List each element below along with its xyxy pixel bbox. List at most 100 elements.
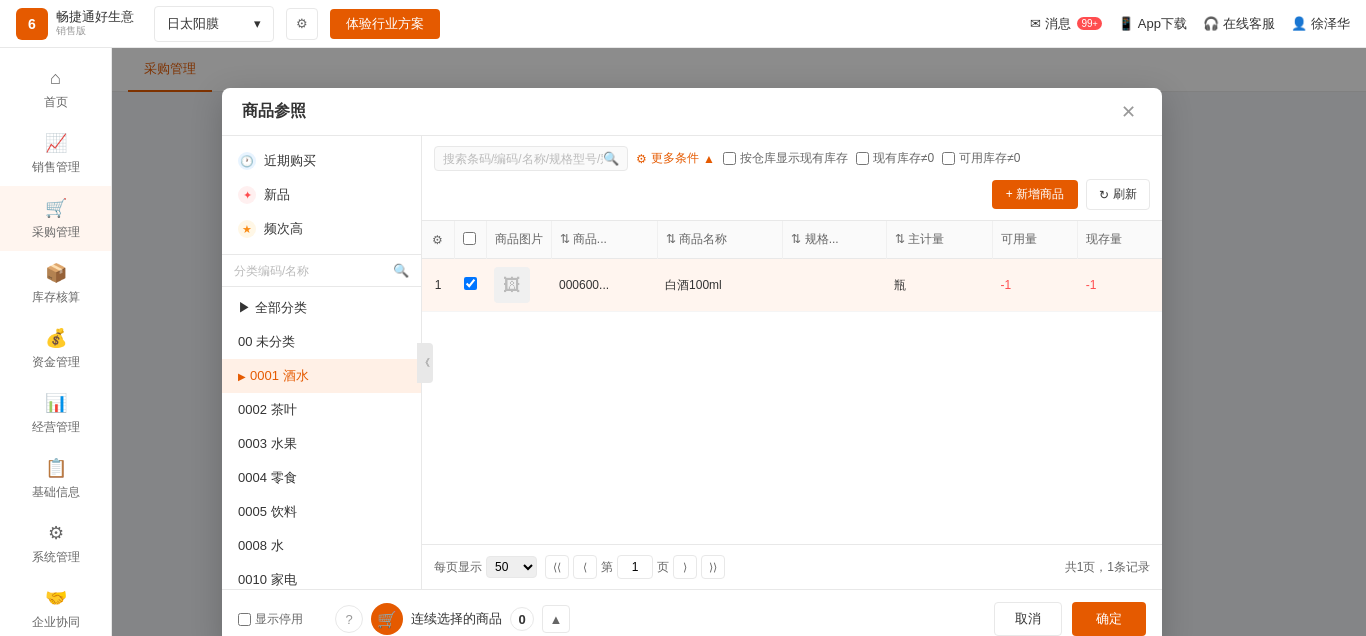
cancel-button[interactable]: 取消 [994,602,1062,636]
checkbox-warehouse-stock[interactable]: 按仓库显示现有库存 [723,150,848,167]
sort-icon: ⇅ [791,232,801,246]
first-page-button[interactable]: ⟨⟨ [545,555,569,579]
nav-dropdown[interactable]: 日太阳膜 ▾ [154,6,274,42]
refresh-button[interactable]: ↻ 刷新 [1086,179,1150,210]
checkbox-nonzero-stock[interactable]: 现有库存≠0 [856,150,934,167]
show-disabled-checkbox[interactable] [238,613,251,626]
available-stock-checkbox[interactable] [942,152,955,165]
category-search-icon[interactable]: 🔍 [393,263,409,278]
category-item-0002[interactable]: 0002 茶叶 [222,393,421,427]
select-all-checkbox[interactable] [463,232,476,245]
sidebar-item-inventory[interactable]: 📦 库存核算 [0,251,111,316]
sidebar-item-finance[interactable]: 💰 资金管理 [0,316,111,381]
sidebar-item-home[interactable]: ⌂ 首页 [0,56,111,121]
more-filters-button[interactable]: ⚙ 更多条件 ▲ [636,150,715,167]
online-service-button[interactable]: 🎧 在线客服 [1203,15,1275,33]
category-item-0003[interactable]: 0003 水果 [222,427,421,461]
th-product-image: 商品图片 [486,221,551,259]
modal-header: 商品参照 ✕ [222,88,1162,136]
quick-link-recent-label: 近期购买 [264,152,316,170]
category-item-0001[interactable]: ▶ 0001 酒水 [222,359,421,393]
help-icon[interactable]: ? [335,605,363,633]
nav-dropdown-label: 日太阳膜 [167,15,219,33]
sales-icon: 📈 [44,131,68,155]
username-label: 徐泽华 [1311,15,1350,33]
refresh-icon: ↻ [1099,188,1109,202]
quick-link-new[interactable]: ✦ 新品 [222,178,421,212]
row-checkbox[interactable] [464,277,477,290]
sidebar-item-business[interactable]: 📊 经营管理 [0,381,111,446]
collapse-cart-button[interactable]: ▲ [542,605,570,633]
td-row-num: 1 [422,259,454,312]
sidebar-label-purchase: 采购管理 [32,224,80,241]
th-unit[interactable]: ⇅ 主计量 [886,221,993,259]
category-item-0005[interactable]: 0005 饮料 [222,495,421,529]
modal-close-button[interactable]: ✕ [1114,98,1142,126]
sidebar-item-collab[interactable]: 🤝 企业协同 [0,576,111,636]
td-spec [783,259,886,312]
category-label: ▶ 全部分类 [238,299,307,317]
page-info: 共1页，1条记录 [1065,559,1150,576]
sidebar-item-system[interactable]: ⚙ 系统管理 [0,511,111,576]
last-page-button[interactable]: ⟩⟩ [701,555,725,579]
user-profile[interactable]: 👤 徐泽华 [1291,15,1350,33]
modal-body: 🕐 近期购买 ✦ 新品 ★ 频次高 [222,136,1162,589]
cart-section: ? 🛒 连续选择的商品 0 ▲ [335,603,570,635]
logo: 6 畅捷通好生意 销售版 [16,8,134,40]
page-number-input[interactable] [617,555,653,579]
page-size-select[interactable]: 50 100 200 [486,556,537,578]
th-product-code[interactable]: ⇅ 商品... [551,221,657,259]
category-item-00[interactable]: 00 未分类 [222,325,421,359]
quick-link-recent[interactable]: 🕐 近期购买 [222,144,421,178]
cart-icon[interactable]: 🛒 [371,603,403,635]
quick-link-frequent[interactable]: ★ 频次高 [222,212,421,246]
category-search-input[interactable] [234,264,393,278]
chevron-up-icon: ▲ [703,152,715,166]
warehouse-stock-checkbox[interactable] [723,152,736,165]
td-unit: 瓶 [886,259,993,312]
next-page-button[interactable]: ⟩ [673,555,697,579]
inventory-icon: 📦 [44,261,68,285]
collapse-panel-button[interactable]: 《 [417,343,433,383]
category-item-all[interactable]: ▶ 全部分类 [222,291,421,325]
trial-button[interactable]: 体验行业方案 [330,9,440,39]
th-select-all[interactable] [454,221,486,259]
add-product-button[interactable]: + 新增商品 [992,180,1078,209]
available-stock-label: 可用库存≠0 [959,150,1020,167]
checkbox-available-stock[interactable]: 可用库存≠0 [942,150,1020,167]
th-available[interactable]: 可用量 [993,221,1078,259]
td-available: -1 [993,259,1078,312]
category-item-0008[interactable]: 0008 水 [222,529,421,563]
category-label: 0004 零食 [238,469,297,487]
category-label: 0003 水果 [238,435,297,453]
table-row[interactable]: 1 🖼 000600... 白酒100ml 瓶 -1 [422,259,1162,312]
td-checkbox[interactable] [454,259,486,312]
prev-page-button[interactable]: ⟨ [573,555,597,579]
th-product-name[interactable]: ⇅ 商品名称 [657,221,783,259]
category-item-0010[interactable]: 0010 家电 [222,563,421,589]
product-reference-modal: 商品参照 ✕ 🕐 近期购买 ✦ 新品 [222,88,1162,636]
category-item-0004[interactable]: 0004 零食 [222,461,421,495]
settings-icon[interactable]: ⚙ [286,8,318,40]
th-settings[interactable]: ⚙ [422,221,454,259]
search-icon[interactable]: 🔍 [603,151,619,166]
th-stock[interactable]: 现存量 [1078,221,1162,259]
td-product-name: 白酒100ml [657,259,783,312]
page-size-selector: 每页显示 50 100 200 [434,556,537,578]
messages-button[interactable]: ✉ 消息 99+ [1030,15,1101,33]
sidebar-item-purchase[interactable]: 🛒 采购管理 [0,186,111,251]
show-disabled-checkbox-label[interactable]: 显示停用 [238,611,303,628]
nonzero-stock-checkbox[interactable] [856,152,869,165]
sidebar-item-sales[interactable]: 📈 销售管理 [0,121,111,186]
sort-icon: ⇅ [560,232,570,246]
confirm-button[interactable]: 确定 [1072,602,1146,636]
app-download-button[interactable]: 📱 App下载 [1118,15,1187,33]
nav-right: ✉ 消息 99+ 📱 App下载 🎧 在线客服 👤 徐泽华 [1030,15,1350,33]
quick-link-frequent-label: 频次高 [264,220,303,238]
sidebar-label-home: 首页 [44,94,68,111]
collab-icon: 🤝 [44,586,68,610]
td-product-image: 🖼 [486,259,551,312]
th-spec[interactable]: ⇅ 规格... [783,221,886,259]
sidebar-item-basic[interactable]: 📋 基础信息 [0,446,111,511]
product-search-input[interactable] [443,152,603,166]
